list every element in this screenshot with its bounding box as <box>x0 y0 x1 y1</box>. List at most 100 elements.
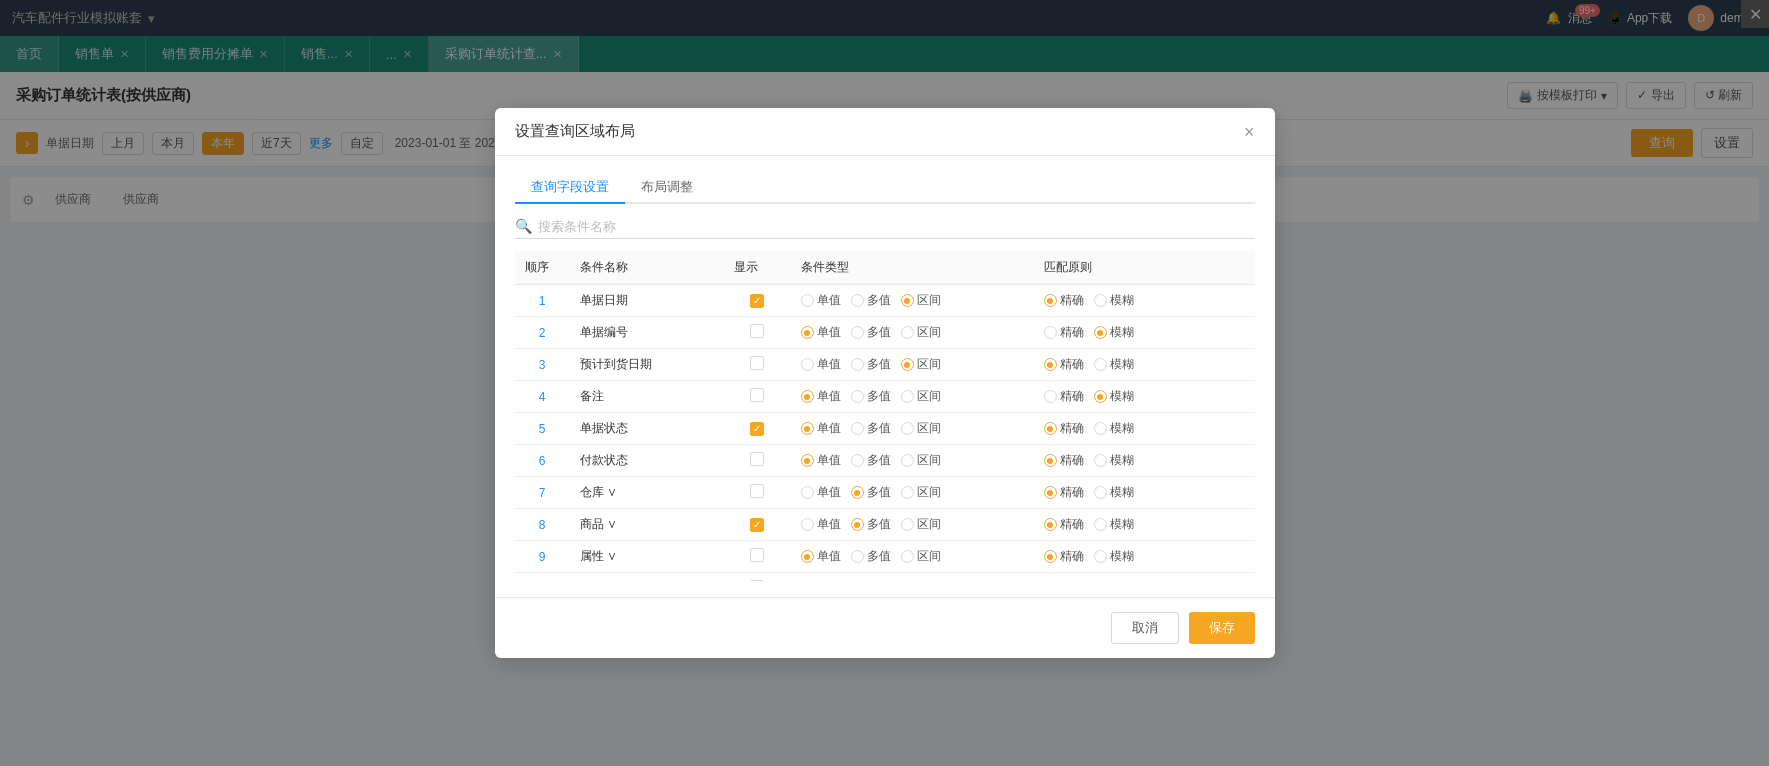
radio-type-2-0[interactable]: 单值 <box>801 324 841 341</box>
table-row: 8商品 ∨✓单值多值区间精确模糊 <box>515 509 1255 541</box>
radio-type-5-1[interactable]: 多值 <box>851 420 891 437</box>
save-button[interactable]: 保存 <box>1189 612 1255 644</box>
radio-type-5-2[interactable]: 区间 <box>901 420 941 437</box>
radio-match-7-1[interactable]: 模糊 <box>1094 484 1134 501</box>
row-display-10[interactable] <box>724 573 790 582</box>
dialog-close-button[interactable]: × <box>1244 123 1255 141</box>
dialog-search-input[interactable] <box>538 219 718 234</box>
row-display-8[interactable]: ✓ <box>724 509 790 541</box>
radio-type-4-2[interactable]: 区间 <box>901 388 941 405</box>
row-type-3: 单值多值区间 <box>791 349 1034 381</box>
radio-match-1-0[interactable]: 精确 <box>1044 292 1084 309</box>
radio-match-10-1[interactable]: 模糊 <box>1094 580 1134 581</box>
checkbox-display-7[interactable] <box>750 484 764 498</box>
radio-type-2-1[interactable]: 多值 <box>851 324 891 341</box>
radio-type-4-1[interactable]: 多值 <box>851 388 891 405</box>
radio-type-6-1[interactable]: 多值 <box>851 452 891 469</box>
radio-type-10-2[interactable]: 区间 <box>901 580 941 581</box>
radio-match-2-1[interactable]: 模糊 <box>1094 324 1134 341</box>
radio-match-8-0[interactable]: 精确 <box>1044 516 1084 533</box>
cancel-button[interactable]: 取消 <box>1111 612 1179 644</box>
row-display-6[interactable] <box>724 445 790 477</box>
radio-match-5-1[interactable]: 模糊 <box>1094 420 1134 437</box>
row-display-3[interactable] <box>724 349 790 381</box>
radio-type-1-0[interactable]: 单值 <box>801 292 841 309</box>
conditions-table-wrap: 顺序 条件名称 显示 条件类型 匹配原则 1单据日期✓单值多值区间精确模糊2单据… <box>515 251 1255 581</box>
radio-type-9-1[interactable]: 多值 <box>851 548 891 565</box>
checkbox-display-1[interactable]: ✓ <box>750 294 764 308</box>
radio-circle-icon <box>1044 518 1057 531</box>
radio-match-4-1[interactable]: 模糊 <box>1094 388 1134 405</box>
radio-match-8-1[interactable]: 模糊 <box>1094 516 1134 533</box>
checkbox-display-8[interactable]: ✓ <box>750 518 764 532</box>
dialog-search-bar: 🔍 <box>515 218 1255 239</box>
row-name-4: 备注 <box>570 381 725 413</box>
radio-circle-icon <box>1044 486 1057 499</box>
table-row: 5单据状态✓单值多值区间精确模糊 <box>515 413 1255 445</box>
checkbox-display-5[interactable]: ✓ <box>750 422 764 436</box>
radio-type-10-0[interactable]: 单值 <box>801 580 841 581</box>
checkbox-display-9[interactable] <box>750 548 764 562</box>
radio-type-8-1[interactable]: 多值 <box>851 516 891 533</box>
row-type-4: 单值多值区间 <box>791 381 1034 413</box>
row-display-1[interactable]: ✓ <box>724 285 790 317</box>
radio-match-6-1[interactable]: 模糊 <box>1094 452 1134 469</box>
checkbox-display-2[interactable] <box>750 324 764 338</box>
row-type-2: 单值多值区间 <box>791 317 1034 349</box>
radio-type-9-2[interactable]: 区间 <box>901 548 941 565</box>
radio-match-4-0[interactable]: 精确 <box>1044 388 1084 405</box>
row-name-6: 付款状态 <box>570 445 725 477</box>
radio-match-3-1[interactable]: 模糊 <box>1094 356 1134 373</box>
checkbox-display-10[interactable] <box>750 580 764 581</box>
radio-type-8-2[interactable]: 区间 <box>901 516 941 533</box>
radio-type-7-2[interactable]: 区间 <box>901 484 941 501</box>
radio-circle-icon <box>851 454 864 467</box>
radio-type-3-0[interactable]: 单值 <box>801 356 841 373</box>
radio-circle-icon <box>851 422 864 435</box>
radio-type-2-2[interactable]: 区间 <box>901 324 941 341</box>
radio-match-1-1[interactable]: 模糊 <box>1094 292 1134 309</box>
row-display-9[interactable] <box>724 541 790 573</box>
radio-type-1-1[interactable]: 多值 <box>851 292 891 309</box>
radio-circle-icon <box>801 454 814 467</box>
dialog-tab-bar: 查询字段设置 布局调整 <box>515 172 1255 204</box>
radio-circle-icon <box>801 326 814 339</box>
radio-match-5-0[interactable]: 精确 <box>1044 420 1084 437</box>
radio-type-10-1[interactable]: 多值 <box>851 580 891 581</box>
checkbox-display-3[interactable] <box>750 356 764 370</box>
radio-match-9-1[interactable]: 模糊 <box>1094 548 1134 565</box>
checkbox-display-4[interactable] <box>750 388 764 402</box>
row-display-7[interactable] <box>724 477 790 509</box>
row-name-3: 预计到货日期 <box>570 349 725 381</box>
dialog-tab-query-fields[interactable]: 查询字段设置 <box>515 172 625 204</box>
radio-type-6-0[interactable]: 单值 <box>801 452 841 469</box>
row-display-2[interactable] <box>724 317 790 349</box>
radio-type-3-2[interactable]: 区间 <box>901 356 941 373</box>
radio-match-3-0[interactable]: 精确 <box>1044 356 1084 373</box>
radio-type-7-1[interactable]: 多值 <box>851 484 891 501</box>
radio-type-4-0[interactable]: 单值 <box>801 388 841 405</box>
radio-circle-icon <box>801 358 814 371</box>
radio-match-2-0[interactable]: 精确 <box>1044 324 1084 341</box>
radio-type-5-0[interactable]: 单值 <box>801 420 841 437</box>
dialog-tab-layout[interactable]: 布局调整 <box>625 172 709 204</box>
radio-match-9-0[interactable]: 精确 <box>1044 548 1084 565</box>
row-display-4[interactable] <box>724 381 790 413</box>
row-display-5[interactable]: ✓ <box>724 413 790 445</box>
radio-match-10-0[interactable]: 精确 <box>1044 580 1084 581</box>
radio-circle-icon <box>1094 518 1107 531</box>
row-name-10: 有无商品图片 <box>570 573 725 582</box>
row-order-5: 5 <box>515 413 570 445</box>
checkbox-display-6[interactable] <box>750 452 764 466</box>
radio-type-9-0[interactable]: 单值 <box>801 548 841 565</box>
radio-type-8-0[interactable]: 单值 <box>801 516 841 533</box>
radio-type-1-2[interactable]: 区间 <box>901 292 941 309</box>
radio-type-3-1[interactable]: 多值 <box>851 356 891 373</box>
table-row: 4备注单值多值区间精确模糊 <box>515 381 1255 413</box>
radio-match-7-0[interactable]: 精确 <box>1044 484 1084 501</box>
radio-type-7-0[interactable]: 单值 <box>801 484 841 501</box>
row-type-6: 单值多值区间 <box>791 445 1034 477</box>
radio-type-6-2[interactable]: 区间 <box>901 452 941 469</box>
radio-match-6-0[interactable]: 精确 <box>1044 452 1084 469</box>
row-order-2: 2 <box>515 317 570 349</box>
